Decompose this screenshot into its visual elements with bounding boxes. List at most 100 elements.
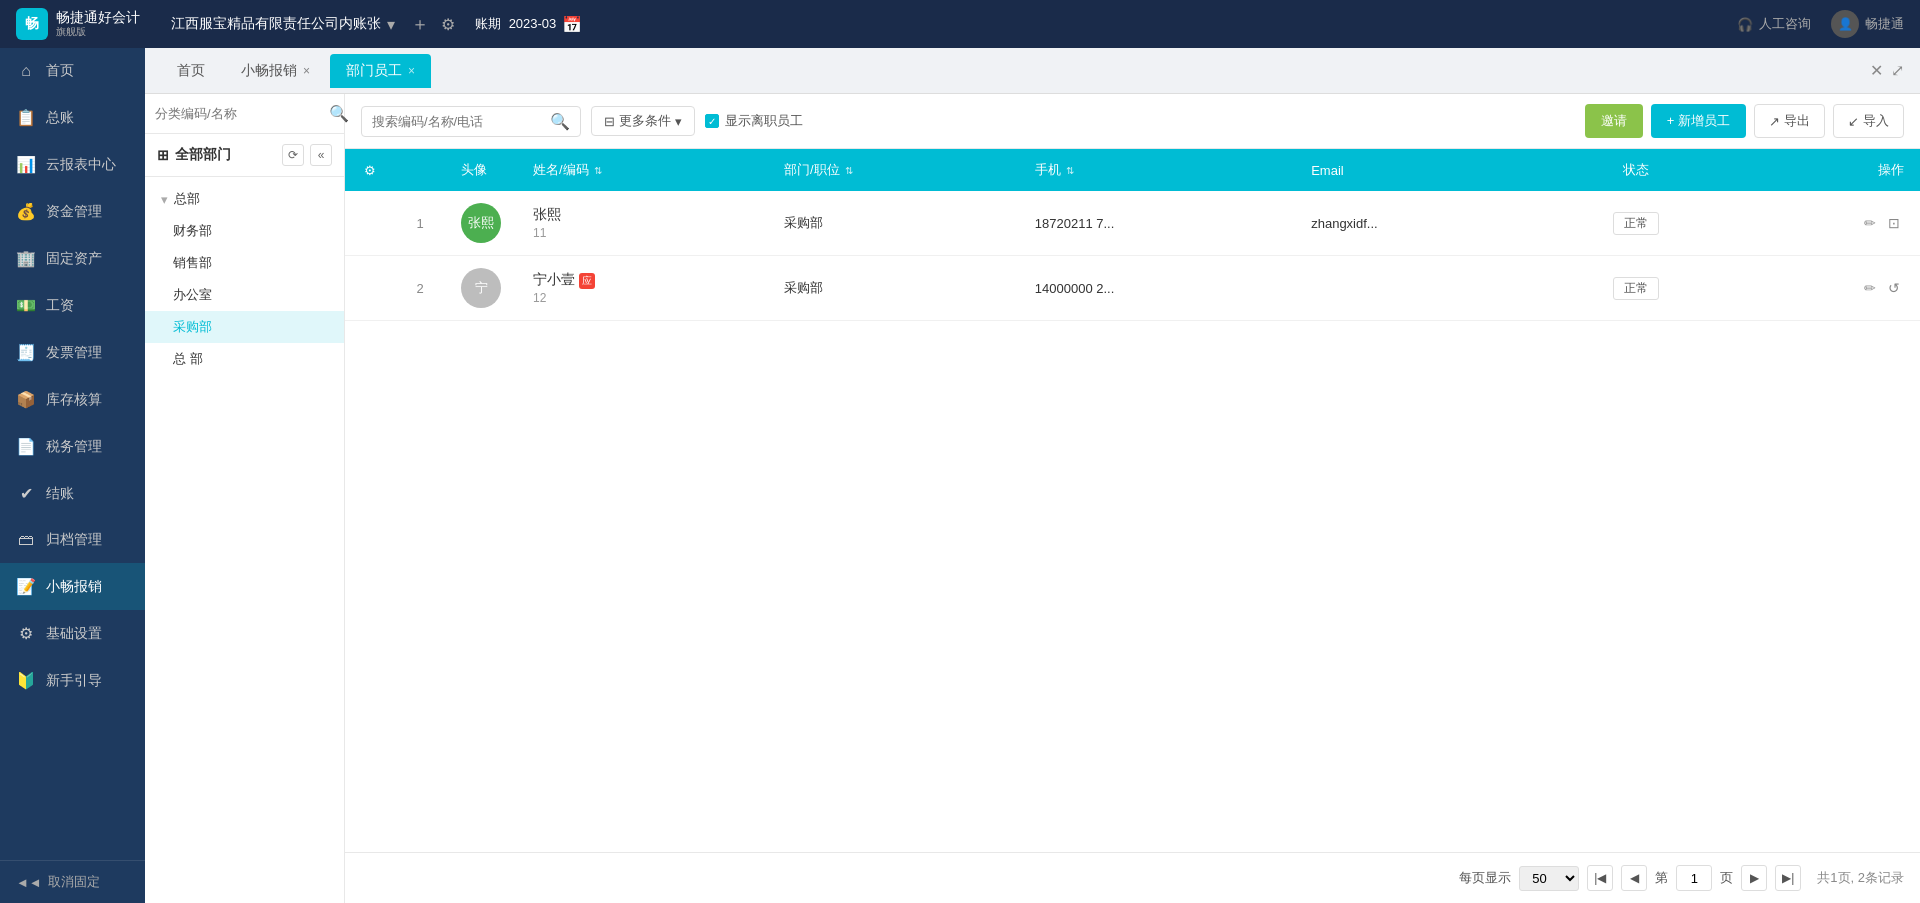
- page-last-btn[interactable]: ▶|: [1775, 865, 1801, 891]
- col-dept[interactable]: 部门/职位 ⇅: [768, 149, 1019, 191]
- table-row: 2 宁 宁小壹应 12 采购部 14000000 2... 正常 ✏ ↺: [345, 256, 1920, 321]
- dept-item-general-hq[interactable]: 总 部: [145, 343, 344, 375]
- tab-close-window-btn[interactable]: ✕: [1870, 61, 1883, 80]
- sidebar-item-label: 结账: [46, 485, 74, 503]
- col-phone[interactable]: 手机 ⇅: [1019, 149, 1295, 191]
- dept-search-input[interactable]: [155, 106, 323, 121]
- filter-button[interactable]: ⊟ 更多条件 ▾: [591, 106, 695, 136]
- invoice-icon: 🧾: [16, 343, 36, 362]
- emp-panel: 🔍 ⊟ 更多条件 ▾ ✓ 显示离职员工 邀请: [345, 94, 1920, 903]
- assets-icon: 🏢: [16, 249, 36, 268]
- status-badge: 正常: [1613, 212, 1659, 235]
- app-sub: 旗舰版: [56, 25, 140, 39]
- sidebar-item-expense[interactable]: 📝 小畅报销: [0, 563, 145, 610]
- sidebar-item-home[interactable]: ⌂ 首页: [0, 48, 145, 94]
- dept-item-purchase[interactable]: 采购部: [145, 311, 344, 343]
- sidebar-item-tax[interactable]: 📄 税务管理: [0, 423, 145, 470]
- top-header: 畅 畅捷通好会计 旗舰版 江西服宝精品有限责任公司内账张 ▾ ＋ ⚙ 账期 20…: [0, 0, 1920, 48]
- reports-icon: 📊: [16, 155, 36, 174]
- sidebar-item-assets[interactable]: 🏢 固定资产: [0, 235, 145, 282]
- sidebar-item-ledger[interactable]: 📋 总账: [0, 94, 145, 141]
- all-dept-header: ⊞ 全部部门 ⟳ «: [145, 134, 344, 177]
- col-name[interactable]: 姓名/编码 ⇅: [517, 149, 768, 191]
- salary-icon: 💵: [16, 296, 36, 315]
- more-ops-button[interactable]: ↺: [1884, 278, 1904, 298]
- dept-item-hq[interactable]: ▾ 总部: [145, 183, 344, 215]
- service-button[interactable]: 🎧 人工咨询: [1737, 15, 1811, 33]
- emp-search-icon[interactable]: 🔍: [550, 112, 570, 131]
- sidebar-item-settings[interactable]: ⚙ 基础设置: [0, 610, 145, 657]
- company-dropdown-icon[interactable]: ▾: [387, 15, 395, 34]
- sidebar-item-guide[interactable]: 🔰 新手引导: [0, 657, 145, 704]
- sidebar-item-label: 总账: [46, 109, 74, 127]
- tab-dept-emp-close[interactable]: ×: [408, 64, 415, 78]
- sidebar-item-inventory[interactable]: 📦 库存核算: [0, 376, 145, 423]
- tab-expense-close[interactable]: ×: [303, 64, 310, 78]
- tab-dept-emp[interactable]: 部门员工 ×: [330, 54, 431, 88]
- per-page-label: 每页显示: [1459, 869, 1511, 887]
- add-company-icon[interactable]: ＋: [411, 12, 429, 36]
- sidebar-item-invoice[interactable]: 🧾 发票管理: [0, 329, 145, 376]
- sidebar-item-label: 发票管理: [46, 344, 102, 362]
- sidebar-item-label: 资金管理: [46, 203, 102, 221]
- calendar-icon[interactable]: 📅: [562, 15, 582, 34]
- col-status: 状态: [1539, 149, 1732, 191]
- user-menu[interactable]: 👤 畅捷通: [1831, 10, 1904, 38]
- row-ops-cell: ✏ ⊡: [1733, 191, 1920, 256]
- ledger-icon: 📋: [16, 108, 36, 127]
- sort-name-icon: ⇅: [594, 165, 602, 176]
- logo-icon: 畅: [16, 8, 48, 40]
- dept-item-sales[interactable]: 销售部: [145, 247, 344, 279]
- tab-bar-right: ✕ ⤢: [1870, 61, 1904, 80]
- page-first-btn[interactable]: |◀: [1587, 865, 1613, 891]
- headset-icon: 🎧: [1737, 17, 1753, 32]
- invite-button[interactable]: 邀请: [1585, 104, 1643, 138]
- row-num: 2: [395, 256, 445, 321]
- sidebar-item-label: 税务管理: [46, 438, 102, 456]
- col-settings[interactable]: ⚙: [345, 149, 395, 191]
- row-name-cell: 宁小壹应 12: [517, 256, 768, 321]
- filter-icon: ⊟: [604, 114, 615, 129]
- row-email-cell: [1295, 256, 1539, 321]
- emp-avatar: 宁: [461, 268, 501, 308]
- tab-home[interactable]: 首页: [161, 54, 221, 88]
- export-button[interactable]: ↗ 导出: [1754, 104, 1825, 138]
- app-name: 畅捷通好会计: [56, 9, 140, 26]
- emp-toolbar: 🔍 ⊟ 更多条件 ▾ ✓ 显示离职员工 邀请: [345, 94, 1920, 149]
- sidebar-item-label: 新手引导: [46, 672, 102, 690]
- page-label-first: 第: [1655, 869, 1668, 887]
- row-num: 1: [395, 191, 445, 256]
- page-next-btn[interactable]: ▶: [1741, 865, 1767, 891]
- sidebar-item-checkout[interactable]: ✔ 结账: [0, 470, 145, 517]
- more-ops-button[interactable]: ⊡: [1884, 213, 1904, 233]
- tab-expense[interactable]: 小畅报销 ×: [225, 54, 326, 88]
- import-button[interactable]: ↙ 导入: [1833, 104, 1904, 138]
- sidebar-item-funds[interactable]: 💰 资金管理: [0, 188, 145, 235]
- show-resign-checkbox[interactable]: ✓: [705, 114, 719, 128]
- per-page-select[interactable]: 50 100: [1519, 866, 1579, 891]
- dept-item-finance[interactable]: 财务部: [145, 215, 344, 247]
- row-name-cell: 张熙 11: [517, 191, 768, 256]
- dept-collapse-btn[interactable]: «: [310, 144, 332, 166]
- dept-item-office[interactable]: 办公室: [145, 279, 344, 311]
- dept-tree: ▾ 总部 财务部 销售部 办公室 采购部: [145, 177, 344, 903]
- header-settings-icon[interactable]: ⚙: [441, 15, 455, 34]
- sidebar-item-reports[interactable]: 📊 云报表中心: [0, 141, 145, 188]
- edit-button[interactable]: ✏: [1860, 213, 1880, 233]
- dept-refresh-btn[interactable]: ⟳: [282, 144, 304, 166]
- emp-search-input[interactable]: [372, 114, 544, 129]
- tab-bar: 首页 小畅报销 × 部门员工 × ✕ ⤢: [145, 48, 1920, 94]
- show-resign-toggle[interactable]: ✓ 显示离职员工: [705, 112, 803, 130]
- sidebar-item-archive[interactable]: 🗃 归档管理: [0, 517, 145, 563]
- tab-expand-btn[interactable]: ⤢: [1891, 61, 1904, 80]
- edit-button[interactable]: ✏: [1860, 278, 1880, 298]
- add-employee-button[interactable]: + 新增员工: [1651, 104, 1746, 138]
- home-icon: ⌂: [16, 62, 36, 80]
- cancel-pin-button[interactable]: ◄◄ 取消固定: [0, 860, 145, 903]
- page-prev-btn[interactable]: ◀: [1621, 865, 1647, 891]
- sidebar-item-salary[interactable]: 💵 工资: [0, 282, 145, 329]
- page-input[interactable]: [1676, 865, 1712, 891]
- emp-name: 张熙: [533, 206, 752, 224]
- col-avatar: 头像: [445, 149, 517, 191]
- header-right: 🎧 人工咨询 👤 畅捷通: [1737, 10, 1904, 38]
